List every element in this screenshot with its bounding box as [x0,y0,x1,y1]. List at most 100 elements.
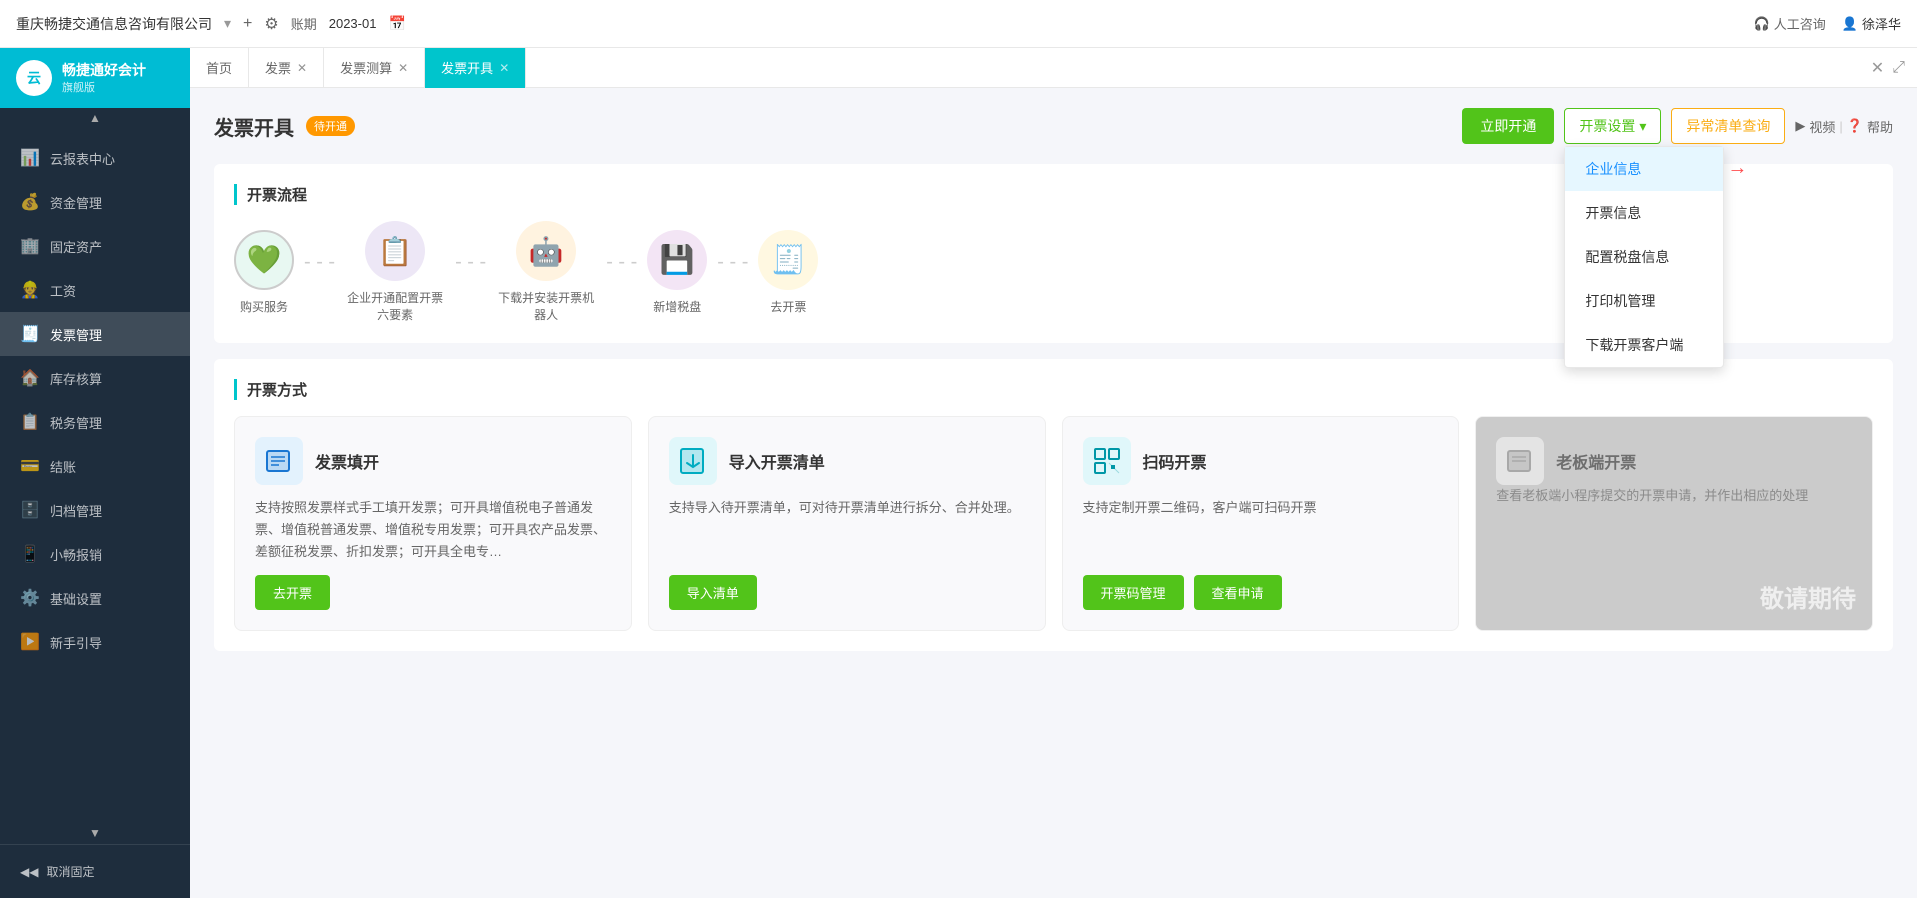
sidebar-item-settlement[interactable]: 💳 结账 [0,444,190,488]
tax-icon: 📋 [20,412,40,432]
import-card-title: 导入开票清单 [729,449,825,473]
settings-label: 开票设置 [1579,116,1635,136]
video-help-area: ▶ 视频 | ❓ 帮助 [1795,117,1893,136]
fixed-assets-icon: 🏢 [20,236,40,256]
import-card-btn[interactable]: 导入清单 [669,575,757,610]
sidebar-item-inventory[interactable]: 🏠 库存核算 [0,356,190,400]
tab-invoice-close[interactable]: ✕ [297,61,307,75]
invoice-icon: 🧾 [20,324,40,344]
flow-step-4: 💾 新增税盘 [647,230,707,315]
status-badge: 待开通 [306,116,355,136]
question-icon: ❓ [1847,118,1863,134]
cancel-fixed-button[interactable]: ◀◀ 取消固定 [0,853,190,890]
flow-step-3: 🤖 下载并安装开票机器人 [496,221,596,323]
period-value: 2023-01 [329,16,377,31]
sidebar-item-basic[interactable]: ⚙️ 基础设置 [0,576,190,620]
scan-view-apply-btn[interactable]: 查看申请 [1194,575,1282,610]
flow-step-1: 💚 购买服务 [234,230,294,315]
activate-button[interactable]: 立即开通 [1462,108,1554,144]
tab-invoice-issue-close[interactable]: ✕ [499,61,509,75]
sidebar-item-label: 新手引导 [50,633,102,652]
sidebar-item-label: 基础设置 [50,589,102,608]
tab-invoice-issue[interactable]: 发票开具 ✕ [425,48,526,88]
sidebar-item-tax[interactable]: 📋 税务管理 [0,400,190,444]
sidebar-item-label: 发票管理 [50,325,102,344]
scan-code-mgmt-btn[interactable]: 开票码管理 [1083,575,1184,610]
sidebar-item-guide[interactable]: ▶️ 新手引导 [0,620,190,664]
scan-icon [1083,437,1131,485]
tab-home[interactable]: 首页 [190,48,249,88]
add-icon[interactable]: + [243,15,252,33]
sidebar-item-funds[interactable]: 💰 资金管理 [0,180,190,224]
dropdown-item-printer[interactable]: 打印机管理 [1565,279,1723,323]
close-icon[interactable]: ✕ [1871,58,1884,78]
scan-card-title: 扫码开票 [1143,449,1207,473]
play-icon[interactable]: ▶ [1795,118,1805,134]
methods-grid: 发票填开 支持按照发票样式手工填开发票；可开具增值税电子普通发票、增值税普通发票… [234,416,1873,631]
settings-icon[interactable]: ⚙ [264,14,278,34]
company-dropdown-icon[interactable]: ▾ [224,15,231,32]
sidebar-scroll-down[interactable]: ▼ [89,826,101,840]
expense-icon: 📱 [20,544,40,564]
settings-chevron-icon: ▾ [1639,118,1646,135]
consult-button[interactable]: 🎧 人工咨询 [1754,14,1826,33]
sidebar-item-archive[interactable]: 🗄️ 归档管理 [0,488,190,532]
video-label[interactable]: 视频 [1809,117,1835,136]
tab-invoice-issue-label: 发票开具 [441,58,493,77]
headset-icon: 🎧 [1754,16,1770,32]
expand-icon[interactable]: ⤢ [1892,59,1905,77]
settlement-icon: 💳 [20,456,40,476]
sidebar-item-cloud-reports[interactable]: 📊 云报表中心 [0,136,190,180]
dropdown-item-invoice-info[interactable]: 开票信息 [1565,191,1723,235]
sidebar-item-invoice[interactable]: 🧾 发票管理 [0,312,190,356]
sidebar-item-label: 库存核算 [50,369,102,388]
user-icon: 👤 [1842,16,1858,32]
sidebar-item-label: 税务管理 [50,413,102,432]
methods-section-title: 开票方式 [234,379,1873,400]
abnormal-button[interactable]: 异常清单查询 [1671,108,1785,144]
sidebar-item-salary[interactable]: 👷 工资 [0,268,190,312]
flow-step-2: 📋 企业开通配置开票六要素 [345,221,445,323]
username-label: 徐泽华 [1862,14,1901,33]
dropdown-item-download-client[interactable]: 下载开票客户端 [1565,323,1723,367]
method-card-import: 导入开票清单 支持导入待开票清单，可对待开票清单进行拆分、合并处理。 导入清单 [648,416,1046,631]
sidebar-item-label: 云报表中心 [50,149,115,168]
fill-card-btn[interactable]: 去开票 [255,575,330,610]
tab-invoice-calc[interactable]: 发票测算 ✕ [324,48,425,88]
dropdown-item-company[interactable]: 企业信息 → [1565,147,1723,191]
page-title: 发票开具 [214,112,294,141]
sidebar-item-label: 工资 [50,281,76,300]
scan-card-desc: 支持定制开票二维码，客户端可扫码开票 [1083,497,1439,519]
period-label: 账期 [291,14,317,33]
separator1: | [1839,119,1842,134]
dropdown-item-tax-disk[interactable]: 配置税盘信息 [1565,235,1723,279]
import-icon [669,437,717,485]
sidebar-item-expense[interactable]: 📱 小畅报销 [0,532,190,576]
tab-invoice-calc-close[interactable]: ✕ [398,61,408,75]
basic-icon: ⚙️ [20,588,40,608]
fill-card-desc: 支持按照发票样式手工填开发票；可开具增值税电子普通发票、增值税普通发票、增值税专… [255,497,611,563]
logo-char: 云 [27,68,41,88]
sidebar-item-fixed-assets[interactable]: 🏢 固定资产 [0,224,190,268]
tab-invoice[interactable]: 发票 ✕ [249,48,324,88]
method-card-scan: 扫码开票 支持定制开票二维码，客户端可扫码开票 开票码管理 查看申请 [1062,416,1460,631]
calendar-icon[interactable]: 📅 [388,15,405,32]
company-name: 重庆畅捷交通信息咨询有限公司 [16,14,212,34]
help-label[interactable]: 帮助 [1867,117,1893,136]
sidebar-item-label: 资金管理 [50,193,102,212]
import-card-desc: 支持导入待开票清单，可对待开票清单进行拆分、合并处理。 [669,497,1025,519]
flow-step-5-label: 去开票 [770,298,806,315]
guide-icon: ▶️ [20,632,40,652]
user-button[interactable]: 👤 徐泽华 [1842,14,1901,33]
sidebar-scroll-up[interactable]: ▲ [89,111,101,125]
inventory-icon: 🏠 [20,368,40,388]
flow-step-2-label: 企业开通配置开票六要素 [345,289,445,323]
fill-icon [255,437,303,485]
app-edition: 旗舰版 [62,79,146,95]
funds-icon: 💰 [20,192,40,212]
sidebar-item-label: 结账 [50,457,76,476]
fill-card-title: 发票填开 [315,449,379,473]
sidebar-item-label: 归档管理 [50,501,102,520]
flow-step-5: 🧾 去开票 [758,230,818,315]
settings-button[interactable]: 开票设置 ▾ [1564,108,1661,144]
